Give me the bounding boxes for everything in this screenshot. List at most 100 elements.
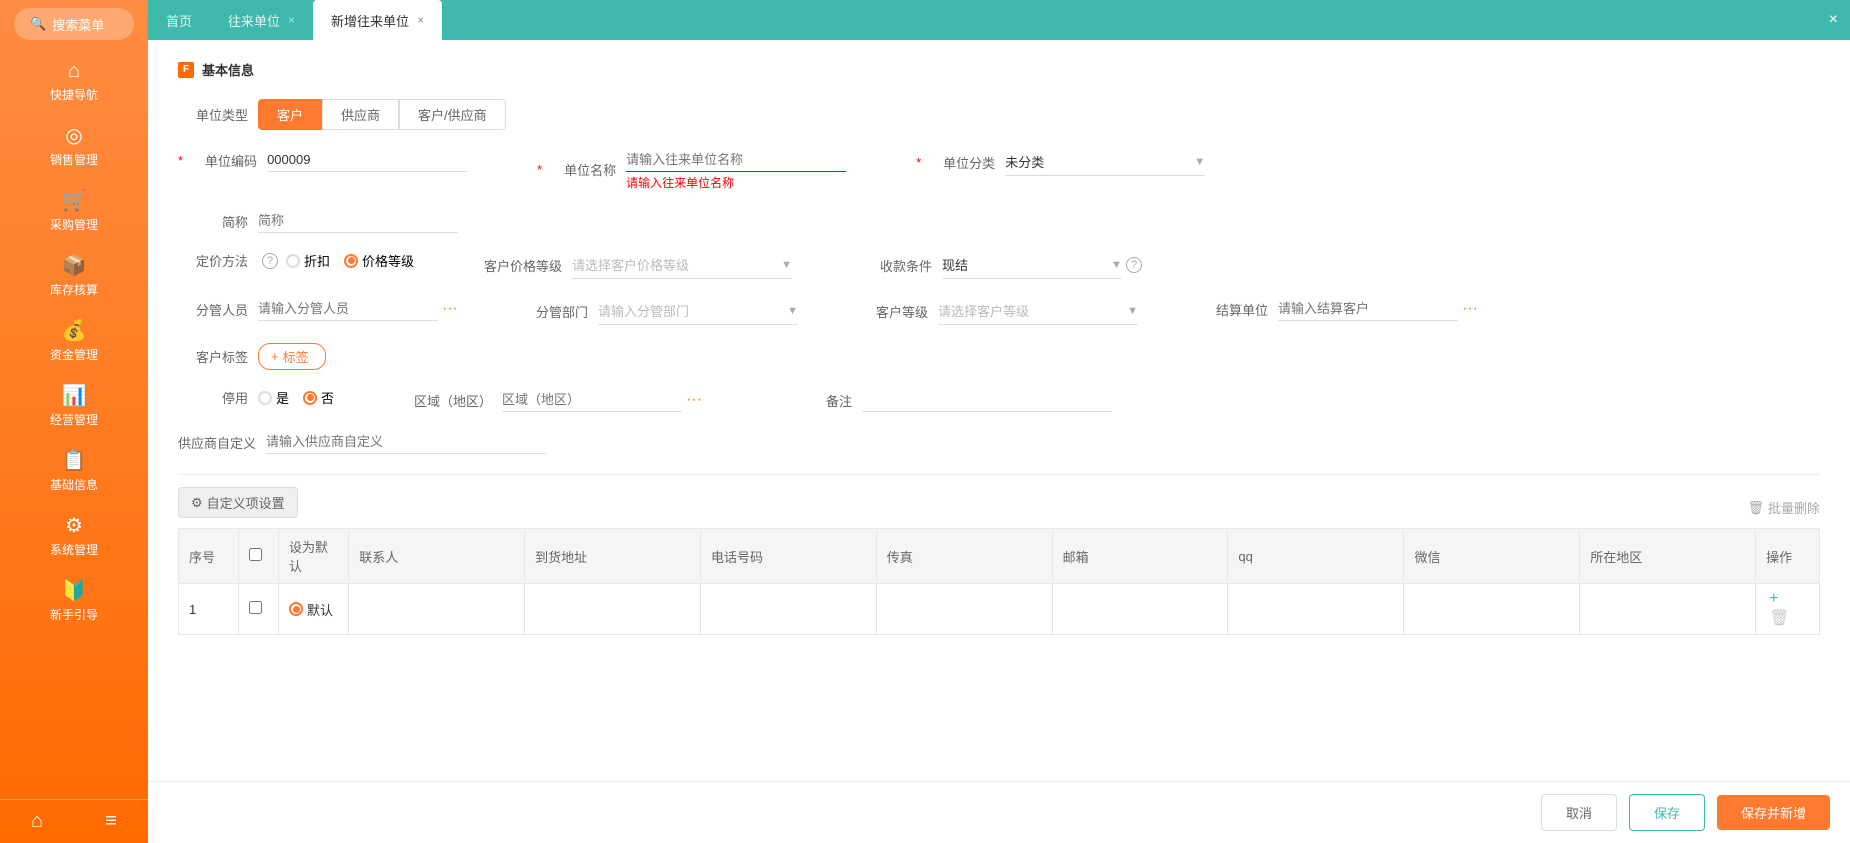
search-menu-button[interactable]: 🔍 搜索菜单 [14, 8, 134, 40]
cell-region[interactable] [1580, 584, 1756, 635]
tab-bar-close-all[interactable]: × [1829, 11, 1838, 29]
sidebar-home-icon[interactable]: ⌂ [31, 810, 43, 833]
tab-counterparty[interactable]: 往来单位 × [210, 0, 313, 40]
field-customer-price-level: 客户价格等级 请选择客户价格等级 ▼ [484, 251, 792, 279]
row-add-btn[interactable]: + [1769, 590, 1778, 607]
field-disabled: 停用 是 否 [178, 388, 334, 407]
batch-delete-button[interactable]: 🗑 批量删除 [1747, 498, 1820, 517]
field-short-name: 简称 [178, 209, 458, 233]
settlement-unit-more-btn[interactable]: ··· [1462, 300, 1478, 318]
save-new-button[interactable]: 保存并新增 [1717, 795, 1830, 830]
payment-terms-help-icon[interactable]: ? [1126, 257, 1142, 273]
unit-type-supplier[interactable]: 供应商 [322, 99, 399, 130]
sidebar-expand-icon[interactable]: ≡ [105, 810, 117, 833]
customer-price-level-placeholder: 请选择客户价格等级 [572, 255, 781, 274]
wechat-input[interactable] [1414, 602, 1569, 617]
cell-fax[interactable] [876, 584, 1052, 635]
col-phone: 电话号码 [700, 529, 876, 584]
pricing-option-level[interactable]: 价格等级 [344, 251, 414, 270]
cancel-button[interactable]: 取消 [1541, 794, 1617, 831]
field-pricing-method: 定价方法 ? 折扣 价格等级 [178, 251, 414, 270]
manager-more-btn[interactable]: ··· [442, 300, 458, 318]
field-payment-terms: 收款条件 现结 ▼ ? [862, 251, 1142, 279]
supplier-custom-input[interactable] [266, 430, 546, 454]
fax-input[interactable] [887, 602, 1042, 617]
table-section: ⚙ 自定义项设置 🗑 批量删除 序号 设为默认 联系人 [178, 474, 1820, 635]
sidebar-item-basic-info[interactable]: 📋 基础信息 [0, 438, 148, 503]
row-default-radio[interactable]: 默认 [289, 600, 338, 619]
region-table-input[interactable] [1590, 602, 1745, 617]
customer-price-level-select[interactable]: 请选择客户价格等级 ▼ [572, 251, 792, 279]
table-row: 1 默认 [179, 584, 1820, 635]
contact-table: 序号 设为默认 联系人 到货地址 电话号码 传真 邮箱 qq 微信 所在地区 [178, 528, 1820, 635]
payment-terms-select[interactable]: 现结 ▼ [942, 251, 1122, 279]
unit-type-both[interactable]: 客户/供应商 [399, 99, 506, 130]
disabled-no[interactable]: 否 [303, 388, 334, 407]
region-input[interactable] [502, 388, 682, 412]
custom-settings-label: 自定义项设置 [207, 493, 285, 512]
department-select[interactable]: 请输入分管部门 ▼ [598, 297, 798, 325]
cell-contact[interactable] [349, 584, 525, 635]
disabled-yes-radio [258, 391, 272, 405]
section-icon: F [178, 62, 194, 78]
address-input[interactable] [535, 602, 690, 617]
tab-home[interactable]: 首页 [148, 0, 210, 40]
cell-qq[interactable] [1228, 584, 1404, 635]
contact-input[interactable] [359, 602, 514, 617]
qq-input[interactable] [1238, 602, 1393, 617]
section-title-label: 基本信息 [202, 60, 254, 79]
cell-address[interactable] [525, 584, 701, 635]
settlement-unit-input[interactable] [1278, 297, 1458, 321]
customer-level-select[interactable]: 请选择客户等级 ▼ [938, 297, 1138, 325]
add-tag-button[interactable]: + 标签 [258, 343, 326, 370]
unit-name-input[interactable] [626, 148, 846, 172]
pricing-level-label: 价格等级 [362, 251, 414, 270]
cell-wechat[interactable] [1404, 584, 1580, 635]
remark-input[interactable] [862, 388, 1112, 412]
basic-info-icon: 📋 [62, 448, 87, 473]
disabled-no-radio [303, 391, 317, 405]
region-more-btn[interactable]: ··· [686, 391, 702, 409]
short-name-input[interactable] [258, 209, 458, 233]
sidebar-item-system-label: 系统管理 [50, 541, 98, 558]
manager-label: 分管人员 [178, 300, 248, 319]
row-checkbox[interactable] [249, 601, 262, 614]
cell-email[interactable] [1052, 584, 1228, 635]
sidebar-item-sales[interactable]: ◎ 销售管理 [0, 113, 148, 178]
pricing-help-icon[interactable]: ? [262, 253, 278, 269]
col-default: 设为默认 [279, 529, 349, 584]
pricing-option-discount[interactable]: 折扣 [286, 251, 330, 270]
col-email: 邮箱 [1052, 529, 1228, 584]
field-department: 分管部门 请输入分管部门 ▼ [518, 297, 798, 325]
sidebar-item-finance[interactable]: 💰 资金管理 [0, 308, 148, 373]
sidebar-item-quick-nav[interactable]: ⌂ 快捷导航 [0, 50, 148, 113]
email-input[interactable] [1063, 602, 1218, 617]
col-address: 到货地址 [525, 529, 701, 584]
disabled-yes[interactable]: 是 [258, 388, 289, 407]
sidebar-item-inventory[interactable]: 📦 库存核算 [0, 243, 148, 308]
sidebar-item-operations[interactable]: 📊 经营管理 [0, 373, 148, 438]
unit-code-input[interactable] [267, 148, 467, 172]
cell-default: 默认 [279, 584, 349, 635]
manager-input[interactable] [258, 297, 438, 321]
save-button[interactable]: 保存 [1629, 794, 1705, 831]
search-icon: 🔍 [30, 16, 46, 32]
sidebar-item-system[interactable]: ⚙ 系统管理 [0, 503, 148, 568]
sidebar-item-purchase[interactable]: 🛒 采购管理 [0, 178, 148, 243]
unit-category-select[interactable]: 未分类 ▼ [1005, 148, 1205, 176]
tab-new-counterparty[interactable]: 新增往来单位 × [313, 0, 442, 40]
tab-counterparty-label: 往来单位 [228, 11, 280, 30]
pricing-level-radio [344, 254, 358, 268]
phone-input[interactable] [711, 602, 866, 617]
row-delete-btn[interactable]: 🗑 [1769, 610, 1789, 627]
sidebar-item-guide[interactable]: 🔰 新手引导 [0, 568, 148, 633]
add-tag-icon: + [271, 349, 279, 364]
tab-counterparty-close[interactable]: × [288, 13, 295, 27]
pricing-method-label: 定价方法 [178, 251, 248, 270]
cell-phone[interactable] [700, 584, 876, 635]
tab-new-counterparty-close[interactable]: × [417, 13, 424, 27]
unit-type-customer[interactable]: 客户 [258, 99, 322, 130]
select-all-checkbox[interactable] [249, 548, 262, 561]
custom-settings-button[interactable]: ⚙ 自定义项设置 [178, 487, 298, 518]
unit-type-buttons: 客户 供应商 客户/供应商 [258, 99, 506, 130]
